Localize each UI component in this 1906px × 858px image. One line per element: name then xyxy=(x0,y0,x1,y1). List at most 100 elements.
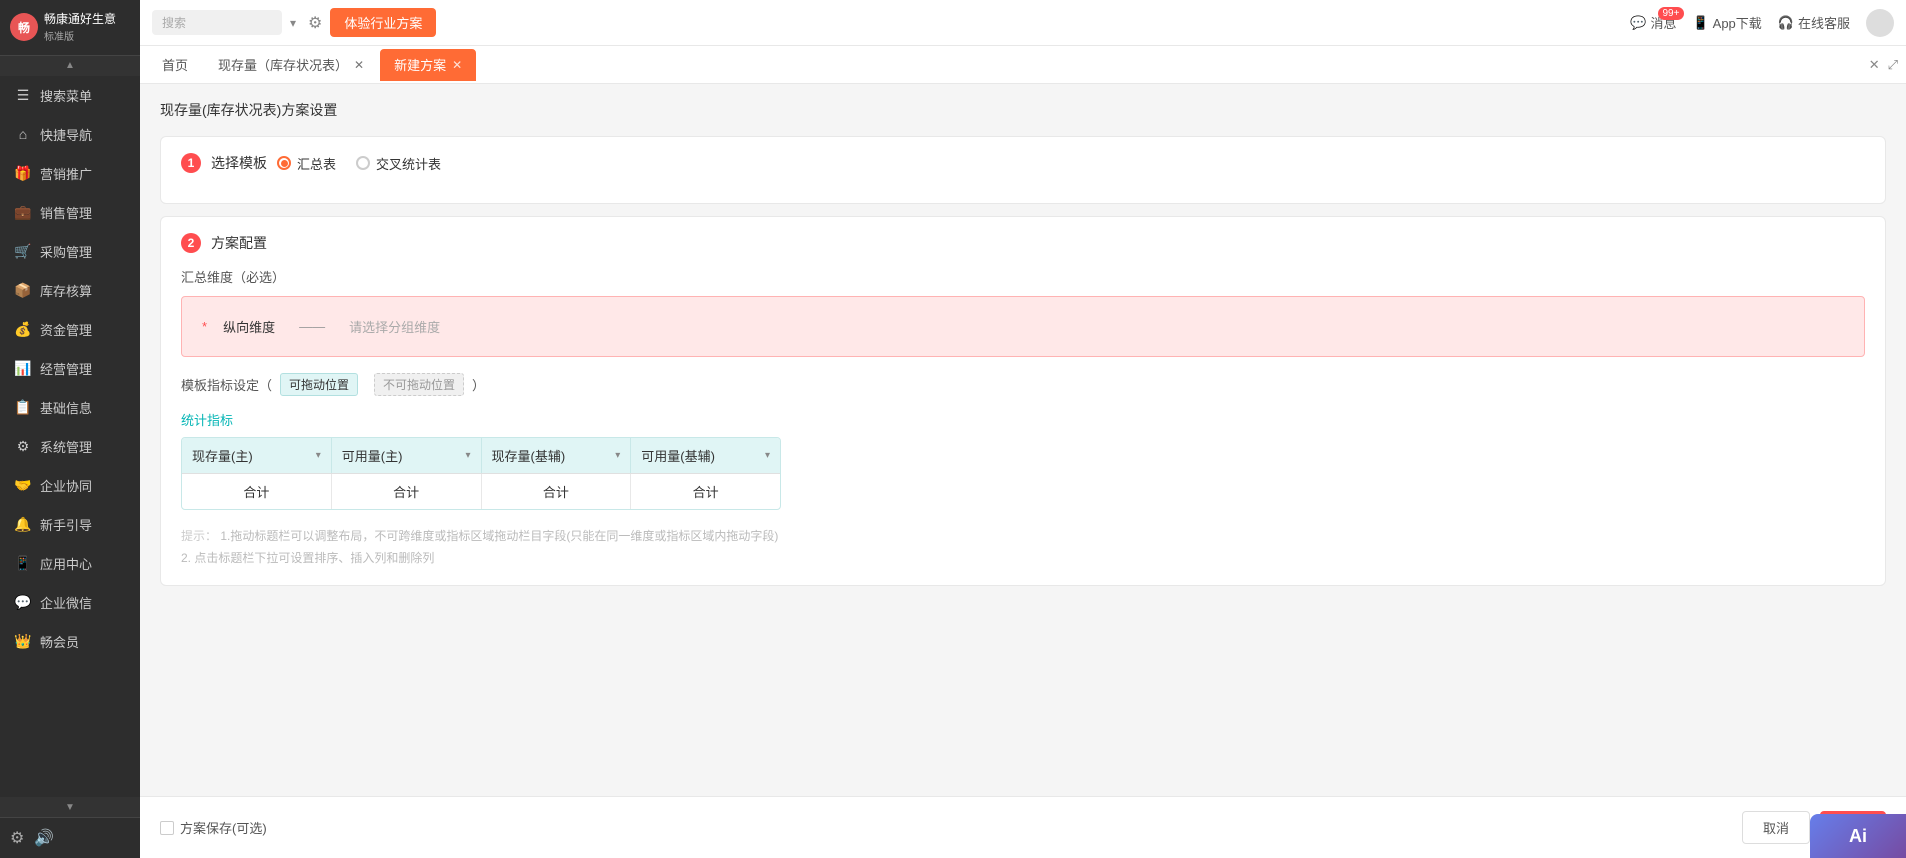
sidebar-item-label: 应用中心 xyxy=(40,554,92,573)
online-service-label: 在线客服 xyxy=(1798,13,1850,32)
section1-title: 选择模板 xyxy=(211,153,267,173)
close-all-icon[interactable]: ✕ xyxy=(1869,57,1880,73)
online-service-button[interactable]: 🎧 在线客服 xyxy=(1778,13,1850,32)
stat-col-1-chevron[interactable]: ▾ xyxy=(465,450,470,461)
sidebar-item-basic-info[interactable]: 📋 基础信息 xyxy=(0,388,140,427)
sidebar-item-cooperation[interactable]: 🤝 企业协同 xyxy=(0,466,140,505)
trial-plan-button[interactable]: 体验行业方案 xyxy=(330,8,436,37)
sidebar-item-search-menu[interactable]: ☰ 搜索菜单 xyxy=(0,76,140,115)
expand-icon[interactable]: ⤢ xyxy=(1888,57,1898,73)
dimension-box: * 纵向维度 —— 请选择分组维度 xyxy=(181,296,1865,357)
stat-cell-1: 合计 xyxy=(332,474,482,509)
sidebar-item-operation[interactable]: 📊 经营管理 xyxy=(0,349,140,388)
sidebar-item-label: 企业协同 xyxy=(40,476,92,495)
sidebar-item-quick-nav[interactable]: ⌂ 快捷导航 xyxy=(0,115,140,154)
stat-cell-0: 合计 xyxy=(182,474,332,509)
radio-summary[interactable]: 汇总表 xyxy=(277,154,336,173)
user-avatar[interactable] xyxy=(1866,9,1894,37)
tips-title: 提示： xyxy=(181,529,217,543)
save-option[interactable]: 方案保存(可选) xyxy=(160,818,267,837)
sidebar-item-new-guide[interactable]: 🔔 新手引导 xyxy=(0,505,140,544)
mobile-icon: 📱 xyxy=(1692,15,1708,31)
sidebar-item-label: 快捷导航 xyxy=(40,125,92,144)
sidebar-item-vip[interactable]: 👑 畅会员 xyxy=(0,622,140,661)
sidebar-item-sales[interactable]: 💼 销售管理 xyxy=(0,193,140,232)
cooperation-icon: 🤝 xyxy=(14,477,32,494)
sidebar-item-label: 基础信息 xyxy=(40,398,92,417)
stat-col-2-chevron[interactable]: ▾ xyxy=(615,450,620,461)
save-checkbox[interactable] xyxy=(160,821,174,835)
sidebar-item-marketing[interactable]: 🎁 营销推广 xyxy=(0,154,140,193)
tabs-actions: ✕ ⤢ xyxy=(1869,57,1898,73)
logo-icon: 畅 xyxy=(10,13,38,41)
sidebar-item-label: 采购管理 xyxy=(40,242,92,261)
sidebar-item-enterprise-wx[interactable]: 💬 企业微信 xyxy=(0,583,140,622)
radio-crosstab-label: 交叉统计表 xyxy=(376,154,441,173)
tab-new-plan-close[interactable]: ✕ xyxy=(452,58,462,72)
new-guide-icon: 🔔 xyxy=(14,516,32,533)
settings-icon[interactable]: ⚙ xyxy=(10,828,24,848)
app-download-label: App下载 xyxy=(1713,13,1762,32)
stat-col-0-label: 现存量(主) xyxy=(192,446,253,465)
enterprise-wx-icon: 💬 xyxy=(14,594,32,611)
topbar-right: 💬 消息 99+ 📱 App下载 🎧 在线客服 xyxy=(1630,9,1894,37)
sidebar-scroll-down[interactable]: ▼ xyxy=(0,797,140,817)
sound-icon[interactable]: 🔊 xyxy=(34,828,54,848)
app-center-icon: 📱 xyxy=(14,555,32,572)
tab-home-label: 首页 xyxy=(162,55,188,74)
headset-icon: 🎧 xyxy=(1778,15,1794,31)
app-name: 畅康通好生意 xyxy=(44,12,116,28)
tips-section: 提示： 1.拖动标题栏可以调整布局，不可跨维度或指标区域拖动栏目字段(只能在同一… xyxy=(181,526,1865,569)
stats-section-title: 统计指标 xyxy=(181,410,1865,429)
sidebar-scroll-up[interactable]: ▲ xyxy=(0,56,140,76)
tip1: 1.拖动标题栏可以调整布局，不可跨维度或指标区域拖动栏目字段(只能在同一维度或指… xyxy=(220,529,778,543)
stat-col-3-chevron[interactable]: ▾ xyxy=(765,450,770,461)
stat-col-0-chevron[interactable]: ▾ xyxy=(316,450,321,461)
sidebar-bottom: ⚙ 🔊 xyxy=(0,817,140,858)
sidebar-item-label: 销售管理 xyxy=(40,203,92,222)
stat-col-2-label: 现存量(基辅) xyxy=(492,446,566,465)
message-icon: 💬 xyxy=(1630,15,1646,31)
bottom-bar: 方案保存(可选) 取消 查询 xyxy=(140,796,1906,858)
dim-separator: —— xyxy=(299,319,325,334)
tab-inventory-status[interactable]: 现存量（库存状况表） ✕ xyxy=(204,49,378,81)
tab-inventory-label: 现存量（库存状况表） xyxy=(218,55,348,74)
sidebar: 畅 畅康通好生意 标准版 ▲ ☰ 搜索菜单 ⌂ 快捷导航 🎁 营销推广 💼 销售… xyxy=(0,0,140,858)
basic-info-icon: 📋 xyxy=(14,399,32,416)
sidebar-item-label: 系统管理 xyxy=(40,437,92,456)
draggable-badge: 可拖动位置 xyxy=(280,373,358,396)
section2-header: 2 方案配置 xyxy=(181,233,1865,253)
sidebar-item-label: 库存核算 xyxy=(40,281,92,300)
sidebar-item-finance[interactable]: 💰 资金管理 xyxy=(0,310,140,349)
sidebar-item-inventory[interactable]: 📦 库存核算 xyxy=(0,271,140,310)
sidebar-item-system[interactable]: ⚙ 系统管理 xyxy=(0,427,140,466)
sales-icon: 💼 xyxy=(14,204,32,221)
sidebar-item-label: 企业微信 xyxy=(40,593,92,612)
cancel-button[interactable]: 取消 xyxy=(1742,811,1810,844)
save-label: 方案保存(可选) xyxy=(180,818,267,837)
sidebar-item-purchase[interactable]: 🛒 采购管理 xyxy=(0,232,140,271)
tab-new-plan-label: 新建方案 xyxy=(394,55,446,74)
sidebar-item-app-center[interactable]: 📱 应用中心 xyxy=(0,544,140,583)
stat-col-3-label: 可用量(基辅) xyxy=(641,446,715,465)
topbar-search-box[interactable]: 搜索 xyxy=(152,10,282,35)
section-plan-config: 2 方案配置 汇总维度（必选） * 纵向维度 —— 请选择分组维度 模板指标设定… xyxy=(160,216,1886,586)
radio-crosstab[interactable]: 交叉统计表 xyxy=(356,154,441,173)
ai-float-button[interactable]: Ai xyxy=(1810,814,1906,858)
sidebar-nav: ☰ 搜索菜单 ⌂ 快捷导航 🎁 营销推广 💼 销售管理 🛒 采购管理 📦 库存核… xyxy=(0,76,140,797)
section2-num: 2 xyxy=(181,233,201,253)
messages-button[interactable]: 💬 消息 99+ xyxy=(1630,13,1676,32)
radio-summary-circle xyxy=(277,156,291,170)
radio-summary-label: 汇总表 xyxy=(297,154,336,173)
topbar-gear-icon[interactable]: ⚙ xyxy=(308,13,322,33)
quick-nav-icon: ⌂ xyxy=(14,126,32,142)
tab-new-plan[interactable]: 新建方案 ✕ xyxy=(380,49,476,81)
tab-home[interactable]: 首页 xyxy=(148,49,202,81)
tab-inventory-close[interactable]: ✕ xyxy=(354,58,364,72)
ai-label: Ai xyxy=(1849,826,1867,847)
topbar-dropdown-icon[interactable]: ▾ xyxy=(290,16,296,30)
sidebar-item-label: 搜索菜单 xyxy=(40,86,92,105)
aggregate-dim-label: 汇总维度（必选） xyxy=(181,267,1865,286)
app-download-button[interactable]: 📱 App下载 xyxy=(1692,13,1761,32)
required-mark: * xyxy=(202,319,207,334)
